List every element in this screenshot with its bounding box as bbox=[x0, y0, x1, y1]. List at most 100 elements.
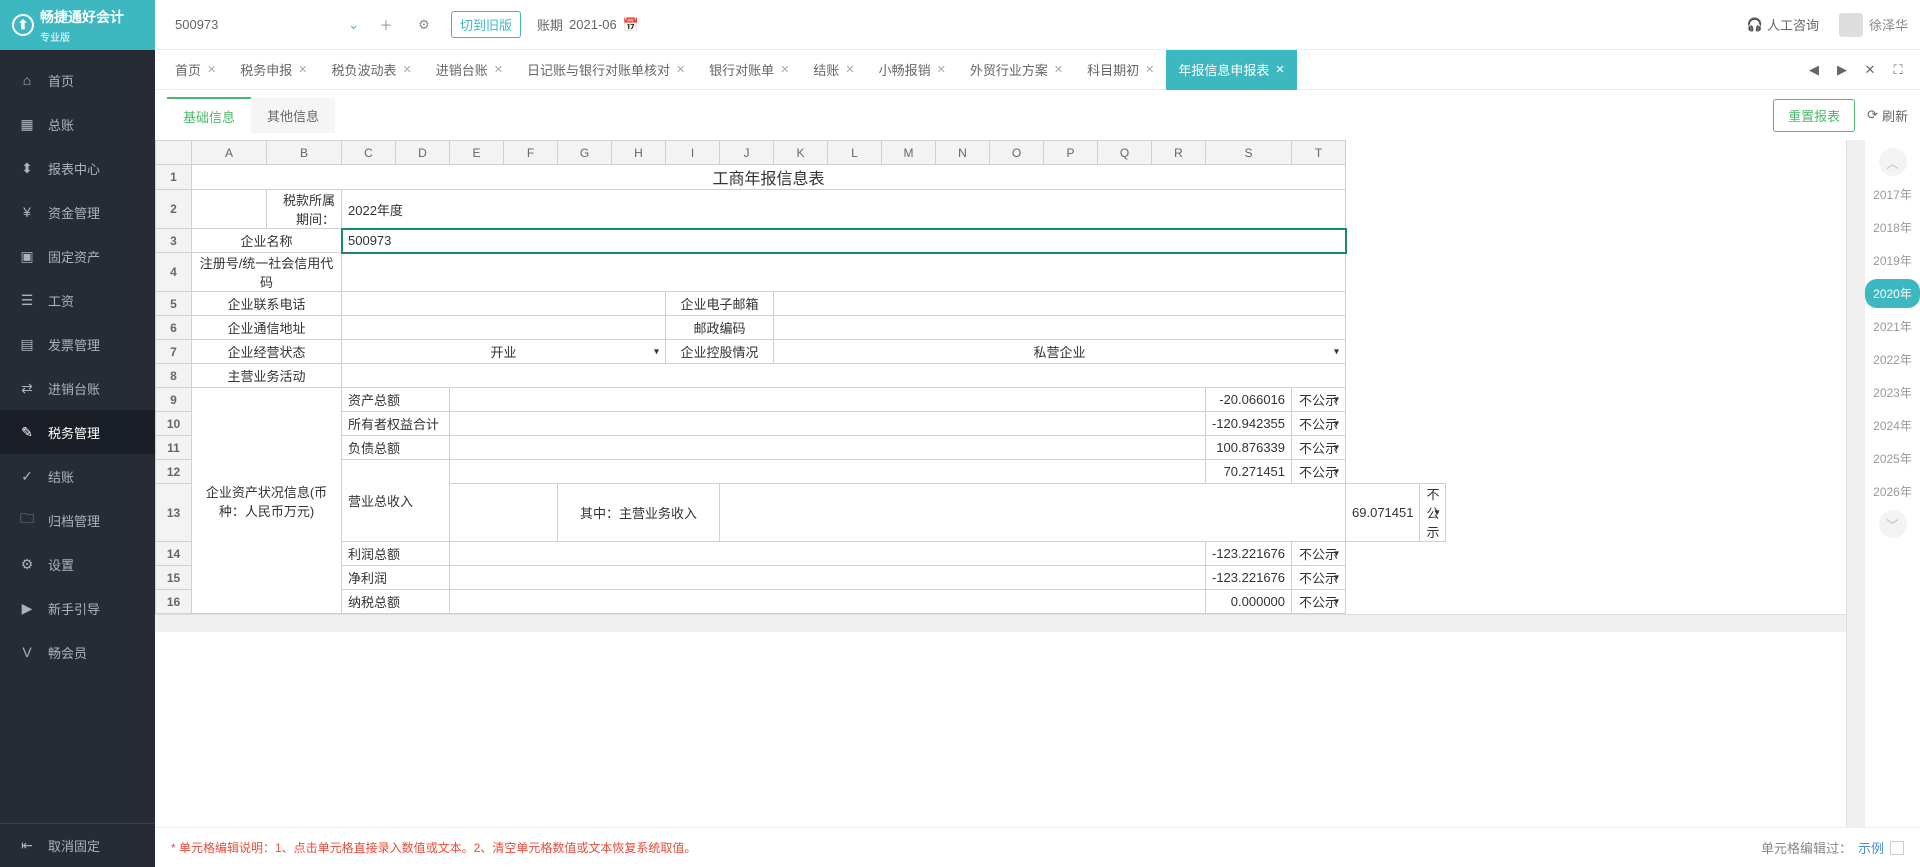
vertical-scrollbar[interactable] bbox=[1846, 140, 1864, 827]
cell[interactable]: 企业经营状态 bbox=[192, 340, 342, 364]
cell[interactable]: 主营业务活动 bbox=[192, 364, 342, 388]
cell[interactable]: 资产总额 bbox=[342, 388, 450, 412]
sidebar-item-asset[interactable]: ▣固定资产 bbox=[0, 234, 155, 278]
cell[interactable]: 100.876339 bbox=[1206, 436, 1292, 460]
tab-t7[interactable]: 小畅报销✕ bbox=[867, 50, 958, 90]
cell[interactable]: 不公示 bbox=[1292, 436, 1346, 460]
cell[interactable]: 不公示 bbox=[1292, 460, 1346, 484]
tab-t2[interactable]: 税负波动表✕ bbox=[319, 50, 423, 90]
cell[interactable]: 纳税总额 bbox=[342, 590, 450, 614]
horizontal-scrollbar[interactable] bbox=[155, 614, 1846, 632]
col-A[interactable]: A bbox=[192, 141, 267, 165]
cell[interactable] bbox=[774, 316, 1346, 340]
col-M[interactable]: M bbox=[882, 141, 936, 165]
cell[interactable] bbox=[342, 316, 666, 340]
year-2026年[interactable]: 2026年 bbox=[1865, 477, 1920, 506]
cell[interactable]: 注册号/统一社会信用代码 bbox=[192, 253, 342, 292]
version-switch-button[interactable]: 切到旧版 bbox=[451, 11, 521, 38]
tabs-prev-icon[interactable]: ◀ bbox=[1800, 56, 1828, 84]
spreadsheet[interactable]: ABCDEFGHIJKLMNOPQRST1工商年报信息表2税款所属期间：2022… bbox=[155, 140, 1846, 827]
sidebar-item-salary[interactable]: ☰工资 bbox=[0, 278, 155, 322]
cell[interactable]: 不公示 bbox=[1292, 542, 1346, 566]
cell[interactable] bbox=[720, 484, 1346, 542]
demo-link[interactable]: 示例 bbox=[1858, 838, 1884, 857]
col-E[interactable]: E bbox=[450, 141, 504, 165]
cell[interactable] bbox=[450, 460, 1206, 484]
cell[interactable]: 0.000000 bbox=[1206, 590, 1292, 614]
sidebar-item-archive[interactable]: 🗀归档管理 bbox=[0, 498, 155, 542]
col-R[interactable]: R bbox=[1152, 141, 1206, 165]
cell[interactable]: 不公示 bbox=[1292, 412, 1346, 436]
col-Q[interactable]: Q bbox=[1098, 141, 1152, 165]
year-2018年[interactable]: 2018年 bbox=[1865, 213, 1920, 242]
col-I[interactable]: I bbox=[666, 141, 720, 165]
close-icon[interactable]: ✕ bbox=[1145, 63, 1154, 76]
cell[interactable] bbox=[774, 292, 1346, 316]
gear-icon[interactable]: ⚙ bbox=[409, 10, 439, 40]
subtab-basic[interactable]: 基础信息 bbox=[167, 97, 251, 134]
cell[interactable] bbox=[450, 566, 1206, 590]
cell[interactable]: 不公示 bbox=[1420, 484, 1446, 542]
cell-group[interactable]: 企业资产状况信息(币种：人民币万元) bbox=[192, 388, 342, 614]
cell[interactable]: 企业名称 bbox=[192, 229, 342, 253]
sidebar-item-funds[interactable]: ¥资金管理 bbox=[0, 190, 155, 234]
cell[interactable]: 净利润 bbox=[342, 566, 450, 590]
year-2020年[interactable]: 2020年 bbox=[1865, 279, 1920, 308]
sidebar-item-ledger[interactable]: ▦总账 bbox=[0, 102, 155, 146]
col-H[interactable]: H bbox=[612, 141, 666, 165]
cell[interactable] bbox=[342, 292, 666, 316]
tab-t5[interactable]: 银行对账单✕ bbox=[697, 50, 801, 90]
col-N[interactable]: N bbox=[936, 141, 990, 165]
cell[interactable]: 负债总额 bbox=[342, 436, 450, 460]
row-1[interactable]: 1 bbox=[156, 165, 192, 190]
cell[interactable]: -123.221676 bbox=[1206, 566, 1292, 590]
cell[interactable]: 企业联系电话 bbox=[192, 292, 342, 316]
tab-t9[interactable]: 科目期初✕ bbox=[1075, 50, 1166, 90]
close-icon[interactable]: ✕ bbox=[676, 63, 685, 76]
fullscreen-icon[interactable]: ⛶ bbox=[1884, 56, 1912, 84]
year-2024年[interactable]: 2024年 bbox=[1865, 411, 1920, 440]
cell[interactable]: 营业总收入 bbox=[342, 460, 450, 542]
cell[interactable] bbox=[450, 590, 1206, 614]
tab-t3[interactable]: 进销台账✕ bbox=[424, 50, 515, 90]
cell[interactable]: 不公示 bbox=[1292, 566, 1346, 590]
cell[interactable] bbox=[342, 253, 1346, 292]
col-J[interactable]: J bbox=[720, 141, 774, 165]
cell[interactable] bbox=[342, 364, 1346, 388]
row-13[interactable]: 13 bbox=[156, 484, 192, 542]
year-2021年[interactable]: 2021年 bbox=[1865, 312, 1920, 341]
cell[interactable] bbox=[450, 484, 558, 542]
sidebar-item-settings[interactable]: ⚙设置 bbox=[0, 542, 155, 586]
row-11[interactable]: 11 bbox=[156, 436, 192, 460]
col-O[interactable]: O bbox=[990, 141, 1044, 165]
tab-t4[interactable]: 日记账与银行对账单核对✕ bbox=[515, 50, 697, 90]
calendar-icon[interactable]: 📅 bbox=[623, 17, 639, 33]
close-icon[interactable]: ✕ bbox=[298, 63, 307, 76]
row-15[interactable]: 15 bbox=[156, 566, 192, 590]
sidebar-item-report[interactable]: ⬍报表中心 bbox=[0, 146, 155, 190]
row-3[interactable]: 3 bbox=[156, 229, 192, 253]
cell[interactable]: 2022年度 bbox=[342, 190, 1346, 229]
sidebar-item-closing[interactable]: ✓结账 bbox=[0, 454, 155, 498]
sidebar-item-invoice[interactable]: ▤发票管理 bbox=[0, 322, 155, 366]
row-16[interactable]: 16 bbox=[156, 590, 192, 614]
tab-t8[interactable]: 外贸行业方案✕ bbox=[958, 50, 1075, 90]
sidebar-item-ps[interactable]: ⇄进销台账 bbox=[0, 366, 155, 410]
col-T[interactable]: T bbox=[1292, 141, 1346, 165]
cell[interactable] bbox=[450, 542, 1206, 566]
close-icon[interactable]: ✕ bbox=[402, 63, 411, 76]
row-5[interactable]: 5 bbox=[156, 292, 192, 316]
col-F[interactable]: F bbox=[504, 141, 558, 165]
year-up-icon[interactable]: ︿ bbox=[1879, 148, 1907, 176]
col-B[interactable]: B bbox=[267, 141, 342, 165]
cell[interactable] bbox=[450, 388, 1206, 412]
row-7[interactable]: 7 bbox=[156, 340, 192, 364]
tab-home[interactable]: 首页✕ bbox=[163, 50, 228, 90]
year-2023年[interactable]: 2023年 bbox=[1865, 378, 1920, 407]
cell[interactable]: 工商年报信息表 bbox=[192, 165, 1346, 190]
cell[interactable]: -20.066016 bbox=[1206, 388, 1292, 412]
unpin-button[interactable]: ⇤ 取消固定 bbox=[0, 823, 155, 867]
row-2[interactable]: 2 bbox=[156, 190, 192, 229]
col-L[interactable]: L bbox=[828, 141, 882, 165]
row-9[interactable]: 9 bbox=[156, 388, 192, 412]
